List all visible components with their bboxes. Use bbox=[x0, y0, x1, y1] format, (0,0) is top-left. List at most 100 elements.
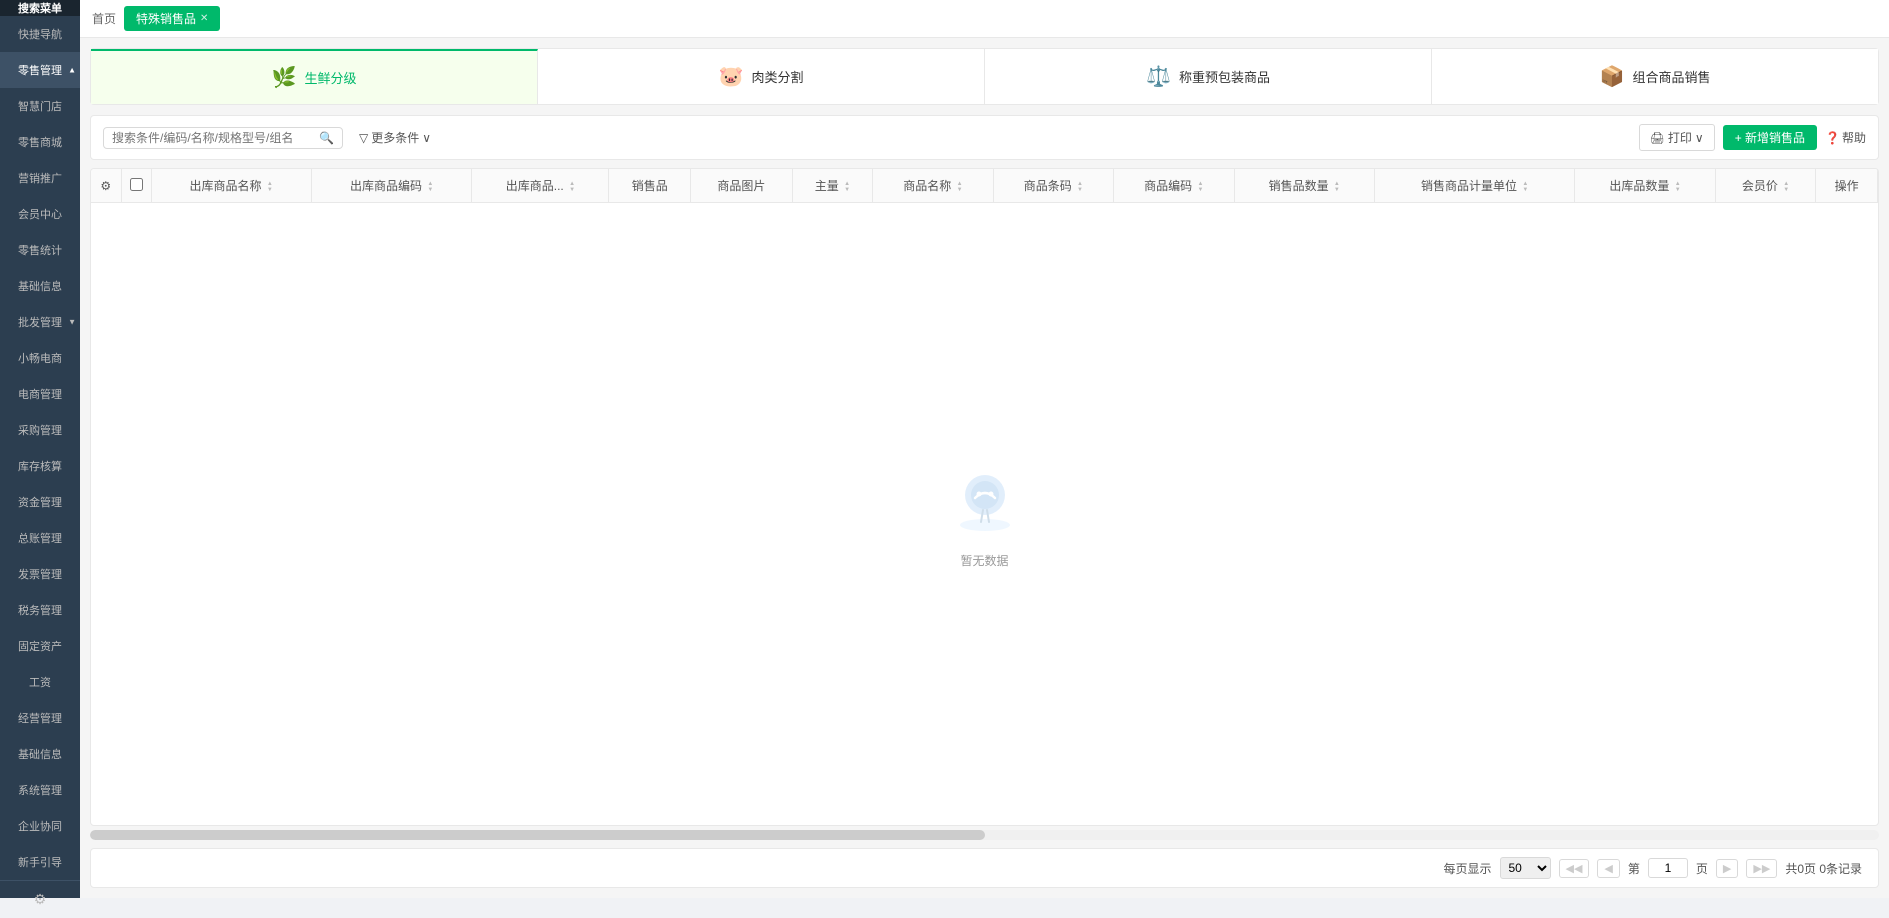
tab-weight-prepack[interactable]: ⚖️ 称重预包装商品 bbox=[985, 49, 1432, 104]
toolbar: 🔍 ▽ 更多条件 ∨ 🖨 打印 ∨ + 新增销售品 ❓ bbox=[90, 115, 1879, 160]
toolbar-right: 🖨 打印 ∨ + 新增销售品 ❓ 帮助 bbox=[1639, 124, 1866, 151]
sidebar-item-payroll[interactable]: 工资 bbox=[0, 664, 80, 700]
empty-text: 暂无数据 bbox=[960, 552, 1008, 569]
sidebar-item-inventory[interactable]: 库存核算 bbox=[0, 448, 80, 484]
col-outlet-extra[interactable]: 出库商品... ▲▼ bbox=[472, 169, 609, 203]
sidebar-logo[interactable]: 搜索菜单 bbox=[0, 0, 80, 16]
sidebar-item-basic-info-1[interactable]: 基础信息 bbox=[0, 268, 80, 304]
sort-icon-7: ▲▼ bbox=[1197, 181, 1203, 193]
col-product-name[interactable]: 商品名称 ▲▼ bbox=[873, 169, 993, 203]
page-input[interactable] bbox=[1648, 858, 1688, 878]
sidebar-item-finance[interactable]: 资金管理 bbox=[0, 484, 80, 520]
sort-icon-5: ▲▼ bbox=[957, 181, 963, 193]
sort-icon-10: ▲▼ bbox=[1675, 181, 1681, 193]
sidebar-item-biz-mgmt[interactable]: 经营管理 bbox=[0, 700, 80, 736]
col-sales-qty[interactable]: 销售品数量 ▲▼ bbox=[1234, 169, 1374, 203]
sidebar-bottom: ⚙ bbox=[0, 880, 80, 918]
active-tab[interactable]: 特殊销售品 ✕ bbox=[124, 6, 220, 31]
sidebar-item-member[interactable]: 会员中心 bbox=[0, 196, 80, 232]
sidebar-item-ledger[interactable]: 总账管理 bbox=[0, 520, 80, 556]
settings-icon[interactable]: ⚙ bbox=[0, 881, 80, 918]
search-icon[interactable]: 🔍 bbox=[319, 131, 334, 145]
meat-icon: 🐷 bbox=[719, 64, 744, 89]
last-page-button[interactable]: ▶▶ bbox=[1746, 859, 1777, 878]
empty-illustration bbox=[945, 460, 1025, 540]
col-product-code[interactable]: 商品编码 ▲▼ bbox=[1114, 169, 1234, 203]
add-button[interactable]: + 新增销售品 bbox=[1723, 125, 1817, 150]
sidebar-item-retail-mall[interactable]: 零售商城 bbox=[0, 124, 80, 160]
col-outlet-code[interactable]: 出库商品编码 ▲▼ bbox=[311, 169, 471, 203]
sidebar-item-purchase-mgmt[interactable]: 采购管理 bbox=[0, 412, 80, 448]
sort-icon-11: ▲▼ bbox=[1783, 181, 1789, 193]
select-all-checkbox[interactable] bbox=[130, 178, 143, 191]
col-sales-item: 销售品 bbox=[609, 169, 691, 203]
print-button[interactable]: 🖨 打印 ∨ bbox=[1639, 124, 1715, 151]
sidebar-item-smart-store[interactable]: 智慧门店 bbox=[0, 88, 80, 124]
sidebar-item-quick-nav[interactable]: 快捷导航 bbox=[0, 16, 80, 52]
col-operation: 操作 bbox=[1816, 169, 1878, 203]
col-settings[interactable]: ⚙ bbox=[91, 169, 121, 203]
table-container: ⚙ 出库商品名称 ▲▼ 出库商品编码 ▲▼ 出库商品... ▲▼ bbox=[90, 168, 1879, 826]
function-tabs: 🌿 生鲜分级 🐷 肉类分割 ⚖️ 称重预包装商品 📦 组合商品销售 bbox=[90, 48, 1879, 105]
search-input[interactable] bbox=[112, 131, 319, 145]
filter-button[interactable]: ▽ 更多条件 ∨ bbox=[351, 126, 439, 149]
tab-fresh-grading[interactable]: 🌿 生鲜分级 bbox=[91, 49, 538, 104]
prev-page-button[interactable]: ◀ bbox=[1597, 859, 1619, 878]
sort-icon-6: ▲▼ bbox=[1077, 181, 1083, 193]
sidebar-item-ecommerce-mgmt[interactable]: 电商管理 bbox=[0, 376, 80, 412]
per-page-label: 每页显示 bbox=[1443, 860, 1491, 877]
first-page-button[interactable]: ◀◀ bbox=[1559, 859, 1590, 878]
data-table: ⚙ 出库商品名称 ▲▼ 出库商品编码 ▲▼ 出库商品... ▲▼ bbox=[91, 169, 1878, 203]
col-product-image: 商品图片 bbox=[691, 169, 793, 203]
print-icon: 🖨 bbox=[1650, 131, 1665, 145]
pagination-bar: 每页显示 10 20 50 100 ◀◀ ◀ 第 页 ▶ ▶▶ 共0页 0条记录 bbox=[90, 848, 1879, 888]
sidebar-item-newbie[interactable]: 新手引导 bbox=[0, 844, 80, 880]
sidebar: 搜索菜单 快捷导航 零售管理 ▲ 智慧门店 零售商城 营销推广 会员中心 零售统… bbox=[0, 0, 80, 898]
toolbar-left: 🔍 ▽ 更多条件 ∨ bbox=[103, 126, 439, 149]
sort-icon-9: ▲▼ bbox=[1522, 181, 1528, 193]
print-arrow-icon: ∨ bbox=[1695, 131, 1704, 145]
sidebar-item-basic-info-2[interactable]: 基础信息 bbox=[0, 736, 80, 772]
sidebar-item-invoice[interactable]: 发票管理 bbox=[0, 556, 80, 592]
tab-combo-sales[interactable]: 📦 组合商品销售 bbox=[1432, 49, 1878, 104]
fresh-icon: 🌿 bbox=[272, 65, 297, 90]
sidebar-item-wholesale-mgmt[interactable]: 批发管理 ▼ bbox=[0, 304, 80, 340]
search-input-wrap[interactable]: 🔍 bbox=[103, 127, 343, 149]
combo-icon: 📦 bbox=[1600, 64, 1625, 89]
horizontal-scrollbar[interactable] bbox=[90, 830, 1879, 840]
sort-icon-3: ▲▼ bbox=[569, 181, 575, 193]
col-member-price[interactable]: 会员价 ▲▼ bbox=[1715, 169, 1815, 203]
tab-meat-cutting[interactable]: 🐷 肉类分割 bbox=[538, 49, 985, 104]
scroll-thumb bbox=[90, 830, 985, 840]
main-content: 首页 特殊销售品 ✕ 🌿 生鲜分级 🐷 肉类分割 ⚖️ 称重预包装商品 📦 组合… bbox=[80, 0, 1889, 898]
col-checkbox[interactable] bbox=[121, 169, 151, 203]
sidebar-item-retail-stats[interactable]: 零售统计 bbox=[0, 232, 80, 268]
page-label-before: 第 bbox=[1628, 860, 1640, 877]
sidebar-item-ecommerce[interactable]: 小畅电商 bbox=[0, 340, 80, 376]
per-page-select[interactable]: 10 20 50 100 bbox=[1500, 857, 1551, 879]
empty-state: 暂无数据 bbox=[91, 203, 1878, 825]
sidebar-item-system[interactable]: 系统管理 bbox=[0, 772, 80, 808]
sidebar-item-enterprise[interactable]: 企业协同 bbox=[0, 808, 80, 844]
sort-icon: ▲▼ bbox=[267, 181, 273, 193]
col-sales-unit[interactable]: 销售商品计量单位 ▲▼ bbox=[1374, 169, 1574, 203]
col-product-barcode[interactable]: 商品条码 ▲▼ bbox=[993, 169, 1113, 203]
help-icon: ❓ bbox=[1825, 131, 1840, 145]
help-button[interactable]: ❓ 帮助 bbox=[1825, 129, 1866, 146]
sidebar-item-fixed-assets[interactable]: 固定资产 bbox=[0, 628, 80, 664]
sidebar-item-marketing[interactable]: 营销推广 bbox=[0, 160, 80, 196]
breadcrumb-home[interactable]: 首页 bbox=[92, 10, 116, 27]
tab-close-icon[interactable]: ✕ bbox=[200, 13, 208, 24]
next-page-button[interactable]: ▶ bbox=[1716, 859, 1738, 878]
sidebar-item-tax[interactable]: 税务管理 bbox=[0, 592, 80, 628]
chevron-icon-2: ▼ bbox=[68, 318, 76, 327]
col-outlet-name[interactable]: 出库商品名称 ▲▼ bbox=[151, 169, 311, 203]
col-outlet-qty[interactable]: 出库品数量 ▲▼ bbox=[1575, 169, 1715, 203]
content-area: 🌿 生鲜分级 🐷 肉类分割 ⚖️ 称重预包装商品 📦 组合商品销售 🔍 bbox=[80, 38, 1889, 898]
sidebar-item-retail-mgmt[interactable]: 零售管理 ▲ bbox=[0, 52, 80, 88]
total-label: 共0页 0条记录 bbox=[1785, 860, 1862, 877]
col-main-quantity[interactable]: 主量 ▲▼ bbox=[792, 169, 872, 203]
sort-icon-4: ▲▼ bbox=[844, 181, 850, 193]
chevron-down-icon: ∨ bbox=[422, 131, 431, 145]
page-label-after: 页 bbox=[1696, 860, 1708, 877]
